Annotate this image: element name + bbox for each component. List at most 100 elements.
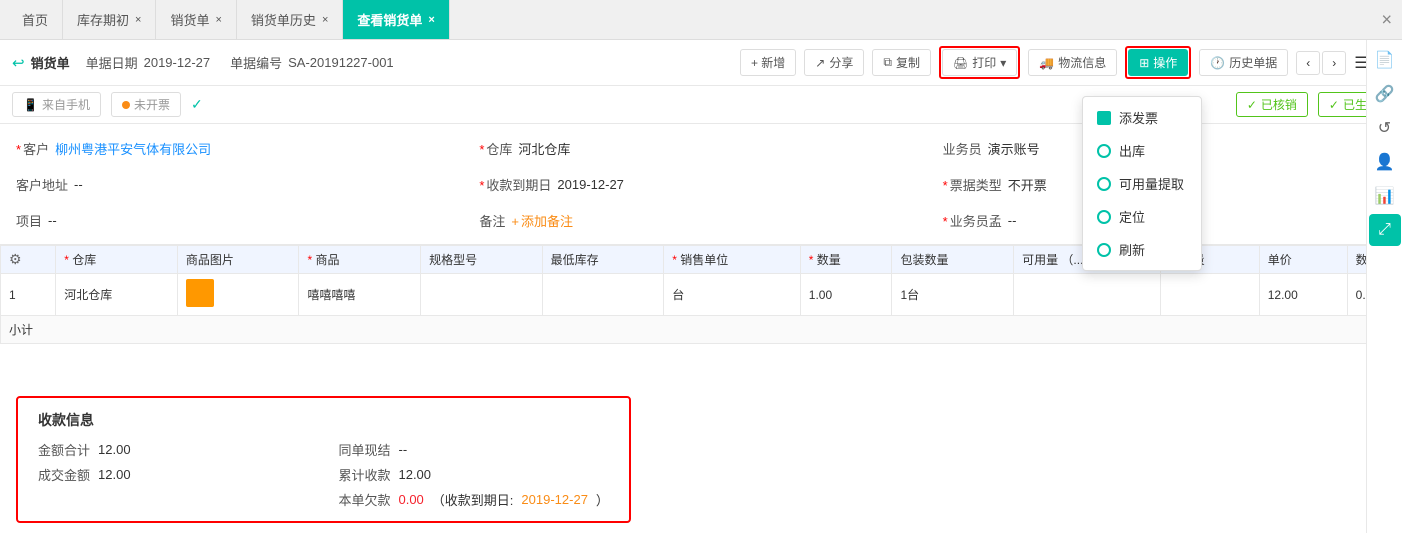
sidebar-expand-icon[interactable]: ⤢ (1369, 214, 1401, 246)
history-button[interactable]: 🕐 历史单据 (1199, 49, 1288, 76)
doc-header: ↩ 销货单 单据日期 2019-12-27 单据编号 SA-20191227-0… (0, 40, 1402, 86)
print-highlight-box: 🖨 打印 ▾ (939, 46, 1020, 79)
tab-sales-history-label: 销货单历史 (251, 10, 316, 29)
tab-home[interactable]: 首页 (8, 0, 63, 39)
tab-bar: 首页 库存期初 × 销货单 × 销货单历史 × 查看销货单 × × (0, 0, 1402, 40)
add-note-button[interactable]: 添加备注 (511, 211, 573, 230)
doc-number-label: 单据编号 (230, 53, 282, 72)
history-label: 历史单据 (1229, 54, 1277, 71)
copy-button[interactable]: ⧉ 复制 (872, 49, 931, 76)
tab-view-sales-label: 查看销货单 (357, 10, 422, 29)
payment-info: 收款信息 金额合计 12.00 同单现结 -- 成交金额 12.00 (16, 396, 631, 523)
row-pack-qty: 1台 (892, 274, 1014, 316)
nav-next[interactable]: › (1322, 51, 1346, 75)
doc-number-item: 单据编号 SA-20191227-001 (230, 53, 394, 72)
tab-sales-close[interactable]: × (215, 14, 221, 26)
operation-button[interactable]: ⊞ 操作 (1128, 49, 1188, 76)
menu-refresh[interactable]: 刷新 (1083, 233, 1201, 266)
project-label: 项目 (16, 211, 42, 230)
op-highlight-box: ⊞ 操作 (1125, 46, 1191, 79)
menu-outbound[interactable]: 出库 (1083, 134, 1201, 167)
total-value: 12.00 (98, 442, 131, 457)
sidebar-chart-icon[interactable]: 📊 (1369, 180, 1401, 212)
doc-date-label: 单据日期 (86, 53, 138, 72)
col-unit: * 销售单位 (664, 246, 801, 274)
payment-date-value: 2019-12-27 (557, 177, 624, 192)
note-row: 备注 添加备注 (479, 206, 922, 234)
payment-grid: 金额合计 12.00 同单现结 -- 成交金额 12.00 累计收款 12.00 (38, 440, 609, 509)
doc-number-value: SA-20191227-001 (288, 55, 394, 70)
refresh-label: 刷新 (1119, 240, 1145, 259)
row-min-stock (542, 274, 664, 316)
tab-sales-history[interactable]: 销货单历史 × (237, 0, 343, 39)
col-unit-price: 单价 (1259, 246, 1347, 274)
row-available (1014, 274, 1161, 316)
doc-title-text: 销货单 (31, 53, 70, 72)
cancelled-check-icon: ✓ (1247, 98, 1257, 112)
doc-title: ↩ 销货单 (12, 53, 70, 72)
ticket-type-value: 不开票 (1008, 175, 1047, 194)
sidebar-user-icon[interactable]: 👤 (1369, 146, 1401, 178)
already-cancelled-label: 已核销 (1261, 96, 1297, 113)
col-gear[interactable]: ⚙ (1, 246, 56, 274)
share-label: 分享 (829, 54, 853, 71)
warehouse-label: 仓库 (479, 139, 512, 158)
operation-label: 操作 (1153, 54, 1177, 71)
share-button[interactable]: ↗ 分享 (804, 49, 864, 76)
owe-close: ） (596, 490, 609, 509)
menu-add-invoice[interactable]: 添发票 (1083, 101, 1201, 134)
print-label: 打印 (972, 54, 996, 71)
from-phone-button[interactable]: 📱 来自手机 (12, 92, 101, 117)
tab-sales[interactable]: 销货单 × (156, 0, 236, 39)
note-label: 备注 (479, 211, 505, 230)
subtotal-row: 小计 (1, 316, 1402, 344)
outbound-label: 出库 (1119, 141, 1145, 160)
address-value: -- (74, 177, 83, 192)
menu-available-qty[interactable]: 可用量提取 (1083, 167, 1201, 200)
tab-view-sales-close[interactable]: × (428, 14, 434, 26)
subtotal-label: 小计 (1, 316, 1402, 344)
transaction-row: 成交金额 12.00 (38, 465, 308, 484)
nav-prev[interactable]: ‹ (1296, 51, 1320, 75)
address-label: 客户地址 (16, 175, 68, 194)
not-open-dot (122, 101, 130, 109)
cumulative-label: 累计收款 (338, 465, 390, 484)
operator-label: 业务员 (943, 139, 982, 158)
check-icon: ✓ (191, 96, 203, 113)
row-quantity: 1.00 (800, 274, 892, 316)
gear-icon[interactable]: ⚙ (9, 251, 22, 267)
history-icon: 🕐 (1210, 56, 1225, 70)
not-open-button[interactable]: 未开票 (111, 92, 181, 117)
sidebar-doc-icon[interactable]: 📄 (1369, 44, 1401, 76)
warehouse-row: 仓库 河北仓库 (479, 134, 922, 162)
row-warehouse: 河北仓库 (56, 274, 178, 316)
tab-view-sales[interactable]: 查看销货单 × (343, 0, 449, 39)
payment-title: 收款信息 (38, 410, 609, 430)
menu-locate[interactable]: 定位 (1083, 200, 1201, 233)
window-close-icon[interactable]: × (1381, 9, 1392, 30)
table-row: 1 河北仓库 嘻嘻嘻嘻 台 1.00 1台 12.00 (1, 274, 1402, 316)
customer-value[interactable]: 柳州粤港平安气体有限公司 (55, 139, 211, 158)
print-button[interactable]: 🖨 打印 ▾ (942, 49, 1017, 76)
print-arrow-icon: ▾ (1000, 56, 1006, 70)
payment-date-label: 收款到期日 (479, 175, 551, 194)
operation-dropdown: 添发票 出库 可用量提取 定位 刷新 (1082, 96, 1202, 271)
col-quantity: * 数量 (800, 246, 892, 274)
address-row: 客户地址 -- (16, 170, 459, 198)
tab-sales-label: 销货单 (170, 10, 209, 29)
new-button[interactable]: + 新增 (740, 49, 796, 76)
row-seq: 1 (1, 274, 56, 316)
tab-inventory[interactable]: 库存期初 × (63, 0, 156, 39)
owe-row: 本单欠款 0.00 （收款到期日: 2019-12-27 ） (338, 490, 608, 509)
tab-inventory-close[interactable]: × (135, 14, 141, 26)
phone-icon: 📱 (23, 98, 38, 112)
col-product: * 商品 (299, 246, 421, 274)
available-qty-label: 可用量提取 (1119, 174, 1184, 193)
sidebar-undo-icon[interactable]: ↺ (1369, 112, 1401, 144)
tab-sales-history-close[interactable]: × (322, 14, 328, 26)
sidebar-link-icon[interactable]: 🔗 (1369, 78, 1401, 110)
project-value: -- (48, 213, 57, 228)
logistics-button[interactable]: 🚚 物流信息 (1028, 49, 1117, 76)
product-image (186, 279, 214, 307)
project-row: 项目 -- (16, 206, 459, 234)
